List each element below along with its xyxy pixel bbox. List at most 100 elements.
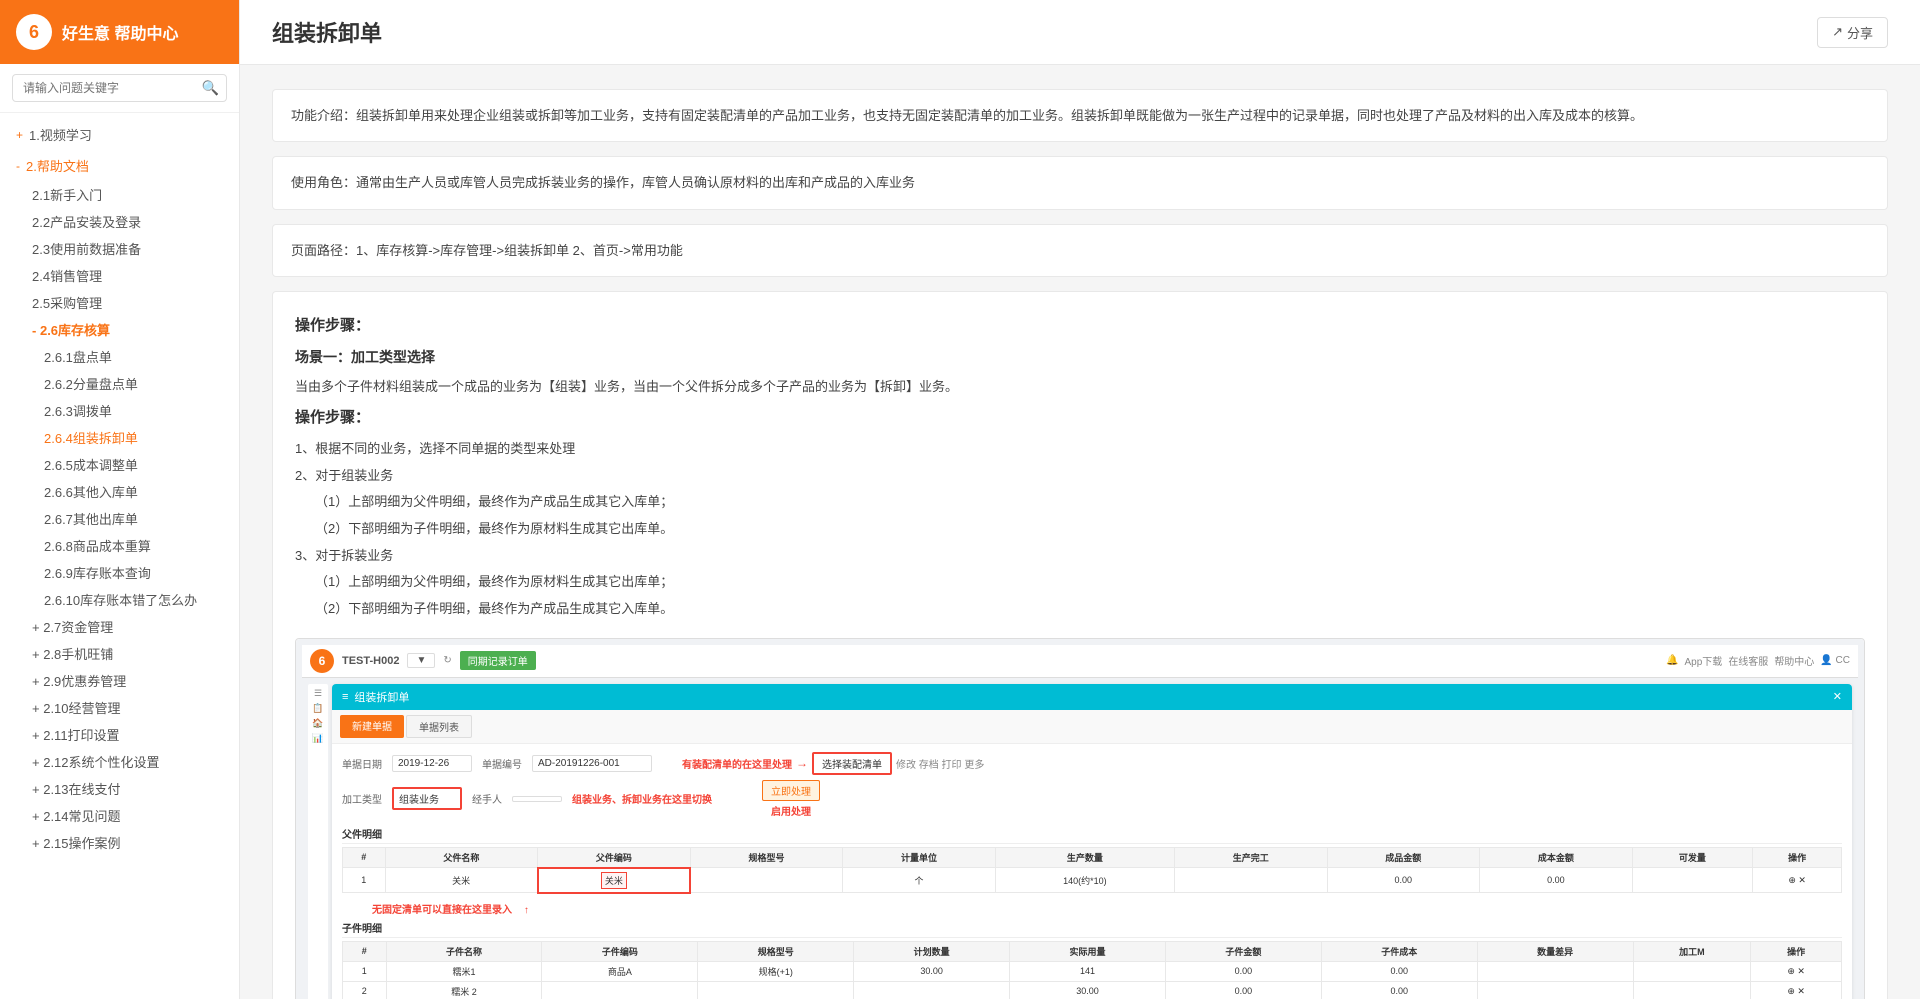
mock-date-value: 2019-12-26: [392, 755, 472, 772]
nav-sub-261[interactable]: 2.6.1盘点单: [0, 343, 239, 370]
annotation4-label: 启用处理: [771, 803, 811, 818]
scene1-title: 场景一：加工类型选择: [295, 347, 1865, 367]
nav-sub-26[interactable]: - 2.6库存核算: [0, 316, 239, 343]
mock-tab-list[interactable]: 单据列表: [406, 715, 472, 738]
mock-tab-new[interactable]: 新建单据: [340, 715, 404, 738]
nav-sub-267[interactable]: 2.6.7其他出库单: [0, 505, 239, 532]
mock-upper-table-title: 父件明细: [342, 826, 1842, 844]
content-area: 功能介绍：组装拆卸单用来处理企业组装或拆卸等加工业务，支持有固定装配清单的产品加…: [240, 65, 1920, 999]
step-3: 3、对于拆装业务: [295, 544, 1865, 569]
mock-main-area: ☰ 📋 🏠 📊 ≡: [308, 684, 1852, 999]
mock-dropdown: ▼: [407, 653, 435, 668]
mock-date-label: 单据日期: [342, 756, 382, 771]
role-box: 使用角色：通常由生产人员或库管人员完成拆装业务的操作，库管人员确认原材料的出库和…: [272, 156, 1888, 209]
search-icon: 🔍: [202, 80, 219, 97]
nav-sub-28[interactable]: + 2.8手机旺铺: [0, 640, 239, 667]
search-bar: 🔍: [0, 64, 239, 113]
app-title: 好生意 帮助中心: [62, 20, 178, 44]
nav-sub-25[interactable]: 2.5采购管理: [0, 289, 239, 316]
mock-type-value: 组装业务: [392, 787, 462, 810]
nav-sub-265[interactable]: 2.6.5成本调整单: [0, 451, 239, 478]
mock-company: TEST-H002: [342, 655, 399, 667]
annotation5-label: 无固定清单可以直接在这里录入: [342, 905, 512, 916]
nav-section-1[interactable]: + 1.视频学习: [0, 119, 239, 150]
nav-sub-263[interactable]: 2.6.3调拨单: [0, 397, 239, 424]
main-header: 组装拆卸单 ↗ 分享: [240, 0, 1920, 65]
annotation1-label: 有装配清单的在这里处理: [682, 756, 792, 771]
mock-topbar-right: 🔔 App下载 在线客服 帮助中心 👤 CC: [1666, 653, 1850, 668]
nav-sub-22[interactable]: 2.2产品安装及登录: [0, 208, 239, 235]
mock-type-label: 加工类型: [342, 791, 382, 806]
step-2-2: （2）下部明细为子件明细，最终作为原材料生成其它出库单。: [295, 517, 1865, 542]
step-3-1: （1）上部明细为父件明细，最终作为原材料生成其它出库单；: [295, 570, 1865, 595]
nav-sub-212[interactable]: + 2.12系统个性化设置: [0, 748, 239, 775]
ops-title: 操作步骤：: [295, 314, 1865, 335]
sidebar: 6 好生意 帮助中心 🔍 + 1.视频学习 - 2.帮助文档 2.1新手入门 2…: [0, 0, 240, 999]
sidebar-header: 6 好生意 帮助中心: [0, 0, 239, 64]
share-button[interactable]: ↗ 分享: [1817, 17, 1888, 48]
nav-sub-264[interactable]: 2.6.4组装拆卸单: [0, 424, 239, 451]
mock-app-topbar: 6 TEST-H002 ▼ ↻ 同期记录订单 🔔 App下载 在线客服: [302, 645, 1858, 678]
nav-sub-210[interactable]: + 2.10经营管理: [0, 694, 239, 721]
mock-topbar-left: 6 TEST-H002 ▼ ↻ 同期记录订单: [310, 649, 536, 673]
ops-steps-title: 操作步骤：: [295, 406, 1865, 427]
annotation3-label: 组装业务、拆卸业务在这里切换: [572, 791, 712, 806]
mock-bom-btn[interactable]: 选择装配清单: [812, 752, 892, 775]
nav-sub-213[interactable]: + 2.13在线支付: [0, 775, 239, 802]
page-title: 组装拆卸单: [272, 16, 382, 48]
mock-close-btn[interactable]: ✕: [1833, 690, 1842, 703]
mock-code-value: AD-20191226-001: [532, 755, 652, 772]
step-2-1: （1）上部明细为父件明细，最终作为产成品生成其它入库单；: [295, 490, 1865, 515]
nav-sub-211[interactable]: + 2.11打印设置: [0, 721, 239, 748]
nav-list: + 1.视频学习 - 2.帮助文档 2.1新手入门 2.2产品安装及登录 2.3…: [0, 113, 239, 999]
annotation5-area: 无固定清单可以直接在这里录入 ↑: [342, 900, 1842, 916]
nav-sub-215[interactable]: + 2.15操作案例: [0, 829, 239, 856]
mock-logo: 6: [310, 649, 334, 673]
mock-window-area: ☰ 📋 🏠 📊 ≡: [302, 678, 1858, 999]
nav-sub-24[interactable]: 2.4销售管理: [0, 262, 239, 289]
intro-box: 功能介绍：组装拆卸单用来处理企业组装或拆卸等加工业务，支持有固定装配清单的产品加…: [272, 89, 1888, 142]
mock-enable-btn[interactable]: 立即处理: [762, 780, 820, 801]
mock-upper-table: # 父件名称 父件编码 规格型号 计量单位 生产数量 生产完工: [342, 847, 1842, 894]
nav-sub-2610[interactable]: 2.6.10库存账本错了怎么办: [0, 586, 239, 613]
screenshot: 6 TEST-H002 ▼ ↻ 同期记录订单 🔔 App下载 在线客服: [295, 638, 1865, 999]
mock-person: [512, 796, 562, 802]
nav-sub-29[interactable]: + 2.9优惠券管理: [0, 667, 239, 694]
nav-section-2[interactable]: - 2.帮助文档: [0, 150, 239, 181]
collapse-icon-2: -: [16, 159, 20, 173]
scene1-desc: 当由多个子件材料组装成一个成品的业务为【组装】业务，当由一个父件拆分成多个子产品…: [295, 375, 1865, 400]
mock-form-row2: 加工类型 组装业务 经手人 组装业务、拆卸业务在这里切换: [342, 780, 1842, 818]
nav-sub-23[interactable]: 2.3使用前数据准备: [0, 235, 239, 262]
main-content: 组装拆卸单 ↗ 分享 功能介绍：组装拆卸单用来处理企业组装或拆卸等加工业务，支持…: [240, 0, 1920, 999]
step-1: 1、根据不同的业务，选择不同单据的类型来处理: [295, 437, 1865, 462]
steps-area: 操作步骤： 场景一：加工类型选择 当由多个子件材料组装成一个成品的业务为【组装】…: [272, 291, 1888, 999]
nav-sub-214[interactable]: + 2.14常见问题: [0, 802, 239, 829]
mock-new-btn: 同期记录订单: [460, 651, 536, 670]
nav-sub-268[interactable]: 2.6.8商品成本重算: [0, 532, 239, 559]
mock-window: ≡ 组装拆卸单 ✕ 新建单据 单据列表: [332, 684, 1852, 999]
share-icon: ↗: [1832, 24, 1843, 40]
mock-form-area: 单据日期 2019-12-26 单据编号 AD-20191226-001 有装配…: [332, 744, 1852, 999]
mock-app-wrapper: 6 TEST-H002 ▼ ↻ 同期记录订单 🔔 App下载 在线客服: [296, 639, 1864, 999]
mock-lower-table: # 子件名称 子件编码 规格型号 计划数量 实际用量 子件金额: [342, 941, 1842, 999]
expand-icon-1: +: [16, 128, 23, 142]
step-3-2: （2）下部明细为子件明细，最终作为产成品生成其它入库单。: [295, 597, 1865, 622]
mock-refresh: ↻: [443, 655, 451, 666]
collapse-icon-26: -: [32, 323, 36, 338]
mock-window-header: ≡ 组装拆卸单 ✕: [332, 684, 1852, 710]
mock-code-label: 单据编号: [482, 756, 522, 771]
mock-window-title: 组装拆卸单: [354, 689, 409, 705]
step-2: 2、对于组装业务: [295, 464, 1865, 489]
nav-sub-262[interactable]: 2.6.2分量盘点单: [0, 370, 239, 397]
mock-tabs: 新建单据 单据列表: [332, 710, 1852, 744]
search-input[interactable]: [12, 74, 227, 102]
path-box: 页面路径：1、库存核算->库存管理->组装拆卸单 2、首页->常用功能: [272, 224, 1888, 277]
nav-sub-27[interactable]: + 2.7资金管理: [0, 613, 239, 640]
mock-form-row1: 单据日期 2019-12-26 单据编号 AD-20191226-001 有装配…: [342, 752, 1842, 775]
logo-icon: 6: [16, 14, 52, 50]
mock-annotation1-area: 有装配清单的在这里处理 → 选择装配清单 修改 存档 打印 更多: [682, 752, 984, 775]
nav-sub-269[interactable]: 2.6.9库存账本查询: [0, 559, 239, 586]
mock-lower-table-title: 子件明细: [342, 920, 1842, 938]
nav-sub-266[interactable]: 2.6.6其他入库单: [0, 478, 239, 505]
nav-sub-21[interactable]: 2.1新手入门: [0, 181, 239, 208]
